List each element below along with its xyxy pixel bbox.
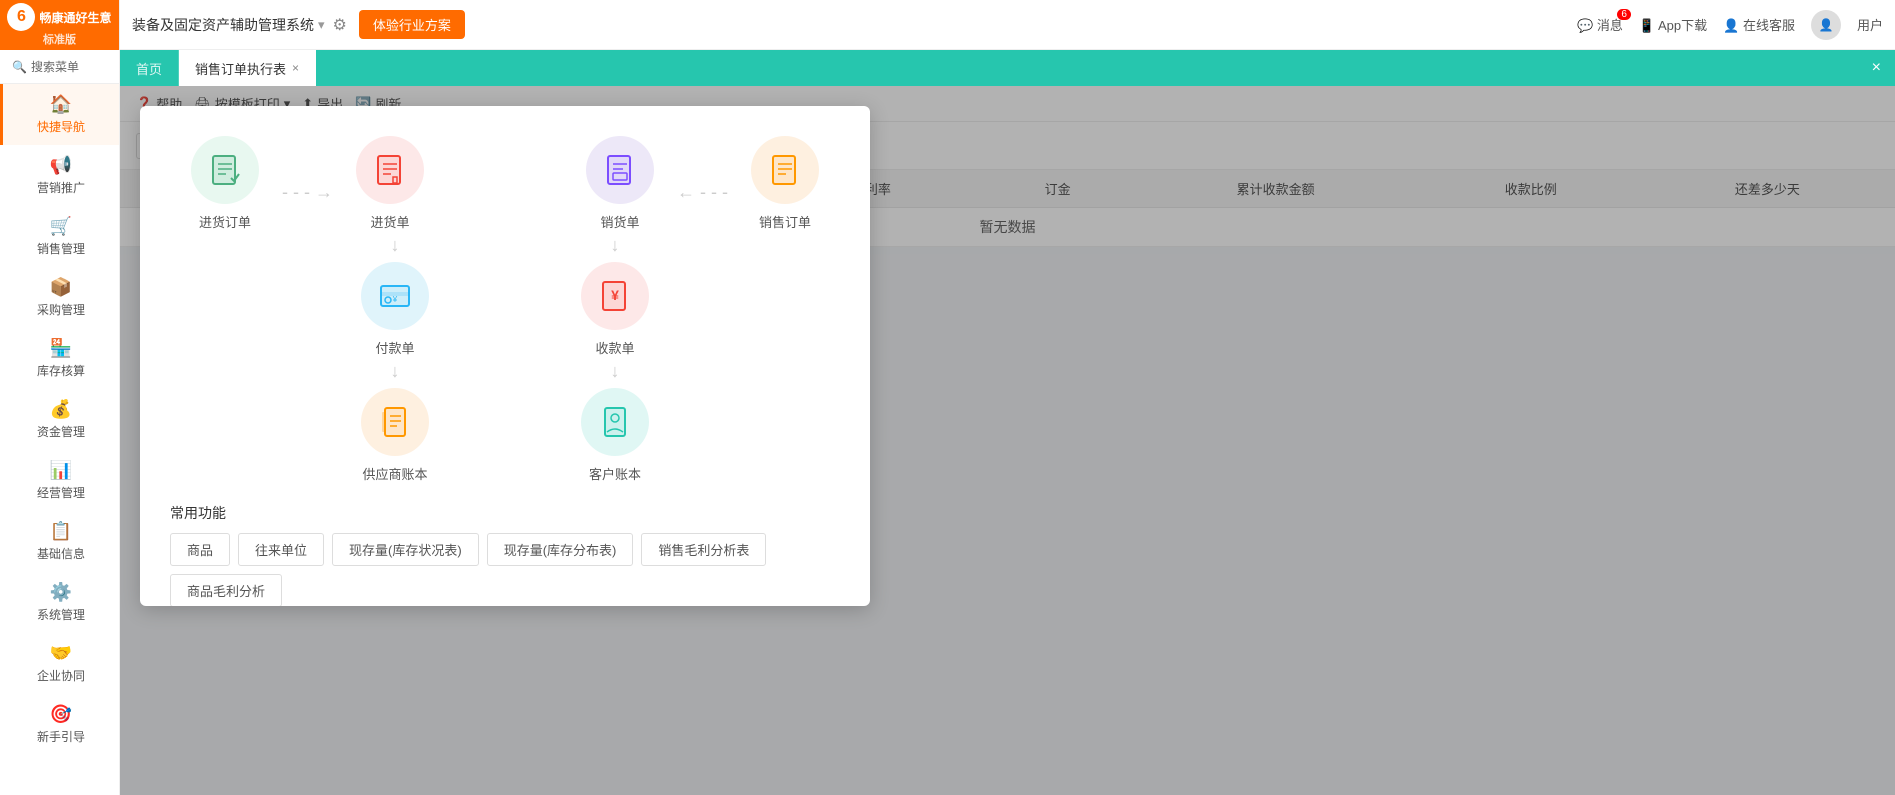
sales-order-label: 销售订单 <box>759 212 811 231</box>
flow-item-payment[interactable]: ¥ 付款单 <box>340 262 450 357</box>
sidebar-item-finance[interactable]: 💰 资金管理 <box>0 389 119 450</box>
common-btn-sales-profit[interactable]: 销售毛利分析表 <box>641 533 766 566</box>
online-service-item[interactable]: 👤 在线客服 <box>1723 15 1795 34</box>
flow-item-customer-ledger[interactable]: 客户账本 <box>560 388 670 483</box>
arrow-down-payment: ↓ <box>340 361 450 382</box>
sidebar-nav: 🏠 快捷导航 📢 营销推广 🛒 销售管理 📦 采购管理 🏪 库存核算 💰 资金管… <box>0 84 119 795</box>
sidebar-item-inventory[interactable]: 🏪 库存核算 <box>0 328 119 389</box>
logo: 6 畅康通好生意 标准版 <box>0 0 119 50</box>
receipt-circle: ¥ <box>581 262 649 330</box>
home-icon: 🏠 <box>50 94 72 115</box>
common-btn-partner[interactable]: 往来单位 <box>238 533 324 566</box>
exp-button[interactable]: 体验行业方案 <box>359 10 465 39</box>
system-name: 装备及固定资产辅助管理系统 <box>132 15 314 35</box>
sidebar-item-system[interactable]: ⚙️ 系统管理 <box>0 572 119 633</box>
payment-circle: ¥ <box>361 262 429 330</box>
common-btn-stock-status[interactable]: 现存量(库存状况表) <box>332 533 479 566</box>
purchase-slip-label: 进货单 <box>370 212 409 231</box>
payment-label: 付款单 <box>375 338 414 357</box>
supplier-ledger-circle <box>361 388 429 456</box>
purchase-slip-circle <box>356 136 424 204</box>
purchase-icon: 📦 <box>50 277 72 298</box>
common-title: 常用功能 <box>170 503 840 523</box>
search-menu[interactable]: 🔍 搜索菜单 <box>0 50 119 84</box>
logo-text: 畅康通好生意 <box>39 9 111 26</box>
receipt-label: 收款单 <box>595 338 634 357</box>
tab-sales-order[interactable]: 销售订单执行表 × <box>179 50 316 86</box>
sidebar: 6 畅康通好生意 标准版 🔍 搜索菜单 🏠 快捷导航 📢 营销推广 🛒 销售管理… <box>0 0 120 795</box>
sidebar-item-guide[interactable]: 🎯 新手引导 <box>0 694 119 755</box>
purchase-order-circle <box>191 136 259 204</box>
inventory-icon: 🏪 <box>50 338 72 359</box>
flow-item-purchase-slip[interactable]: 进货单 <box>335 136 445 231</box>
guide-icon: 🎯 <box>50 704 72 725</box>
sidebar-item-sales[interactable]: 🛒 销售管理 <box>0 206 119 267</box>
search-icon: 🔍 <box>12 60 27 74</box>
arrow-down-purchase: ↓ <box>340 235 450 256</box>
sidebar-item-basic-info[interactable]: 📋 基础信息 <box>0 511 119 572</box>
marketing-icon: 📢 <box>50 155 72 176</box>
finance-icon: 💰 <box>50 399 72 420</box>
sidebar-item-marketing[interactable]: 📢 营销推广 <box>0 145 119 206</box>
basic-info-icon: 📋 <box>50 521 72 542</box>
common-btns: 商品 往来单位 现存量(库存状况表) 现存量(库存分布表) 销售毛利分析表 商品… <box>170 533 840 606</box>
svg-text:¥: ¥ <box>392 295 398 304</box>
collab-icon: 🤝 <box>50 643 72 664</box>
sales-order-circle <box>751 136 819 204</box>
sales-icon: 🛒 <box>50 216 72 237</box>
message-icon: 💬 <box>1577 18 1593 33</box>
avatar-icon: 👤 <box>1819 18 1834 32</box>
arrow-down-sales: ↓ <box>560 235 670 256</box>
common-btn-stock-dist[interactable]: 现存量(库存分布表) <box>487 533 634 566</box>
arrow-right-1: - - - → <box>282 182 333 231</box>
tabs-bar: 首页 销售订单执行表 × × <box>120 50 1895 86</box>
flow-section: 进货订单 - - - → <box>140 106 870 503</box>
common-btn-product-profit[interactable]: 商品毛利分析 <box>170 574 282 606</box>
sidebar-item-quick-nav[interactable]: 🏠 快捷导航 <box>0 84 119 145</box>
common-section: 常用功能 商品 往来单位 现存量(库存状况表) 现存量(库存分布表) 销售毛利分… <box>140 503 870 606</box>
sidebar-item-collab[interactable]: 🤝 企业协同 <box>0 633 119 694</box>
tab-home[interactable]: 首页 <box>120 50 179 86</box>
system-icon: ⚙️ <box>50 582 72 603</box>
svg-text:¥: ¥ <box>611 287 619 303</box>
header-right: 💬 6 消息 📱 App下载 👤 在线客服 👤 用户 <box>1577 10 1883 40</box>
customer-ledger-circle <box>581 388 649 456</box>
supplier-ledger-label: 供应商账本 <box>362 464 427 483</box>
avatar[interactable]: 👤 <box>1811 10 1841 40</box>
sidebar-item-purchase[interactable]: 📦 采购管理 <box>0 267 119 328</box>
flow-item-receipt[interactable]: ¥ 收款单 <box>560 262 670 357</box>
flow-item-sales-order[interactable]: 销售订单 <box>730 136 840 231</box>
service-icon: 👤 <box>1723 18 1739 33</box>
app-download-item[interactable]: 📱 App下载 <box>1639 15 1707 34</box>
user-name: 用户 <box>1857 15 1883 34</box>
close-all-tabs[interactable]: × <box>1858 59 1895 77</box>
common-btn-product[interactable]: 商品 <box>170 533 230 566</box>
settings-icon[interactable]: ⚙ <box>333 15 347 35</box>
customer-ledger-label: 客户账本 <box>589 464 641 483</box>
sales-slip-circle <box>586 136 654 204</box>
arrow-down-receipt: ↓ <box>560 361 670 382</box>
purchase-order-label: 进货订单 <box>199 212 251 231</box>
app-icon: 📱 <box>1639 18 1655 33</box>
close-tab-icon[interactable]: × <box>292 61 299 75</box>
flow-item-sales-slip[interactable]: 销货单 <box>565 136 675 231</box>
dropdown-icon[interactable]: ▾ <box>318 17 325 33</box>
sidebar-item-operation[interactable]: 📊 经营管理 <box>0 450 119 511</box>
logo-sub: 标准版 <box>43 31 76 47</box>
modal: 进货订单 - - - → <box>140 106 870 606</box>
modal-overlay: 进货订单 - - - → <box>120 86 1895 795</box>
sales-slip-label: 销货单 <box>600 212 639 231</box>
message-item[interactable]: 💬 6 消息 <box>1577 15 1623 34</box>
arrow-left-1: ← - - - <box>677 182 728 231</box>
header: 装备及固定资产辅助管理系统 ▾ ⚙ 体验行业方案 💬 6 消息 📱 App下载 … <box>120 0 1895 50</box>
operation-icon: 📊 <box>50 460 72 481</box>
flow-item-supplier-ledger[interactable]: 供应商账本 <box>340 388 450 483</box>
flow-item-purchase-order[interactable]: 进货订单 <box>170 136 280 231</box>
